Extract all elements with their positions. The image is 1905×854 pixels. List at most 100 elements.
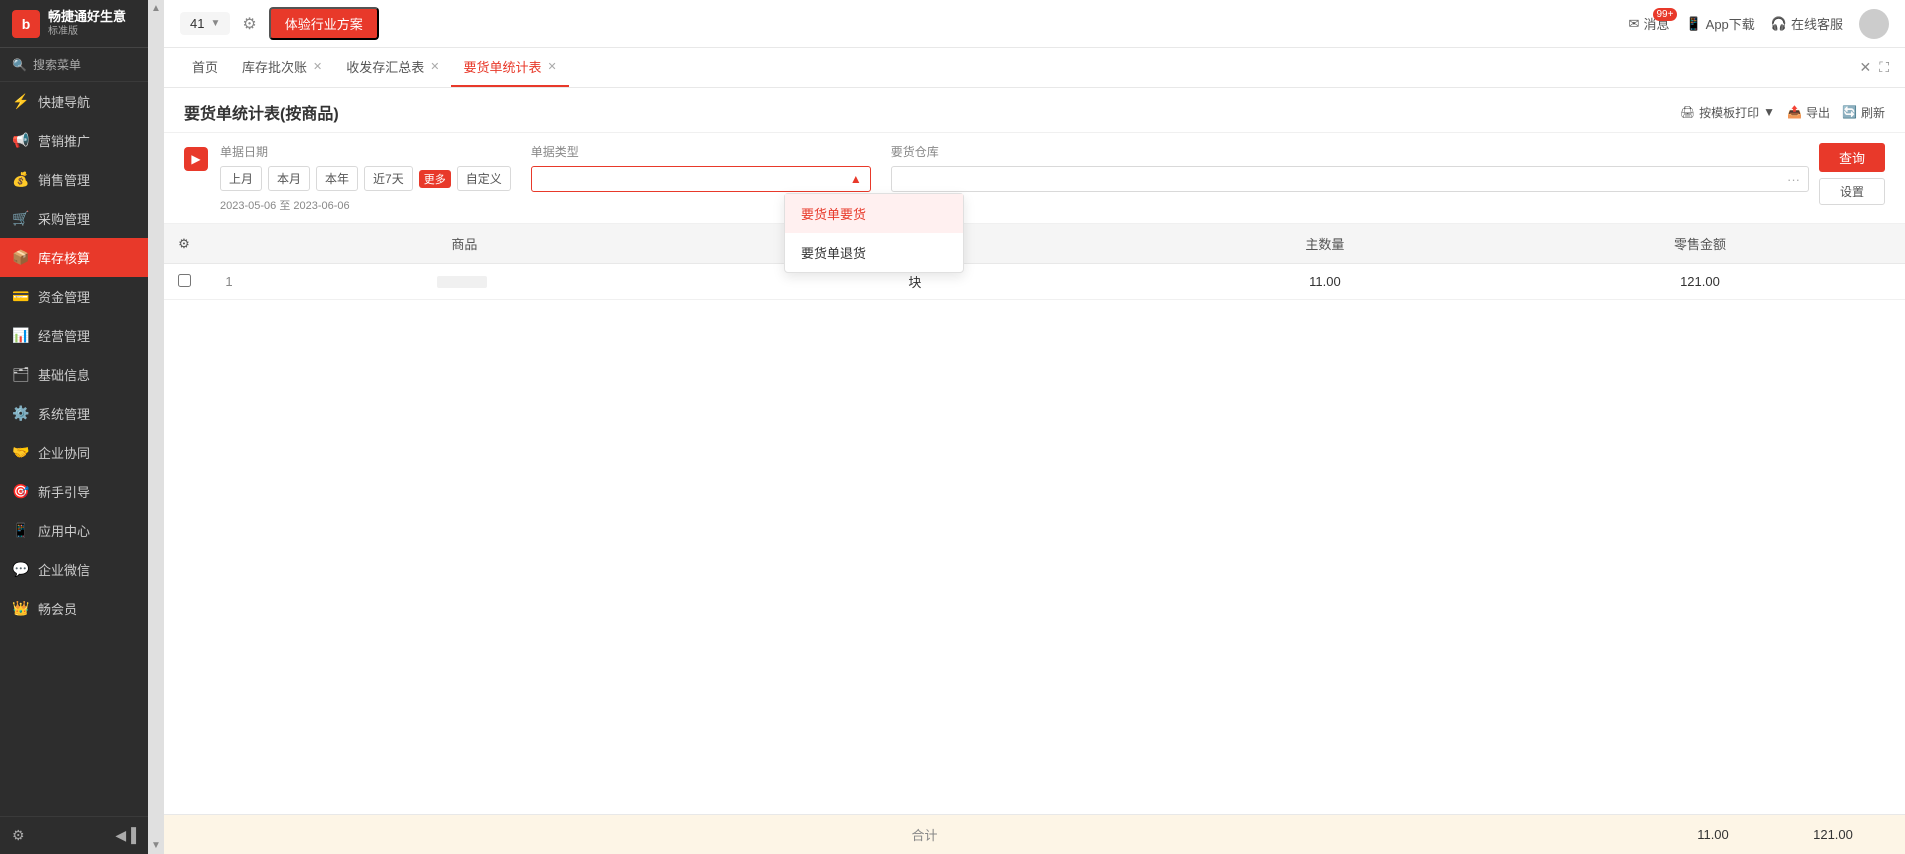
sidebar-item-member[interactable]: 👑 畅会员 [0,589,148,628]
tab-close-receive-summary[interactable]: ✕ [430,60,439,73]
row-checkbox[interactable] [178,274,191,287]
operations-icon: 📊 [12,327,30,344]
sidebar-item-guide[interactable]: 🎯 新手引导 [0,472,148,511]
dropdown-item-order-goods[interactable]: 要货单要货 [785,194,963,233]
tabs-actions: ✕ ⛶ [1859,59,1889,76]
print-arrow-icon: ▼ [1763,105,1775,119]
scroll-down-arrow[interactable]: ▼ [151,837,161,854]
dropdown-item-order-return[interactable]: 要货单退货 [785,233,963,272]
phone-icon: 📱 [1685,16,1701,32]
data-table: ⚙ 商品 主计量单位 主数量 [164,224,1905,300]
product-cell [254,264,675,300]
message-icon: ✉ [1629,16,1640,32]
sidebar-item-wechat[interactable]: 💬 企业微信 [0,550,148,589]
page-content: 要货单统计表(按商品) 🖨 按模板打印 ▼ 📤 导出 🔄 刷新 [164,88,1905,854]
date-btn-custom[interactable]: 自定义 [457,166,511,191]
wechat-icon: 💬 [12,561,30,578]
close-all-icon[interactable]: ✕ [1859,59,1871,76]
store-selector[interactable]: 41 ▼ [180,12,230,35]
page-inner: 要货单统计表(按商品) 🖨 按模板打印 ▼ 📤 导出 🔄 刷新 [164,88,1905,854]
footer-amount: 121.00 [1813,827,1853,842]
export-button[interactable]: 📤 导出 [1787,104,1830,121]
date-btn-this-year[interactable]: 本年 [316,166,358,191]
date-btn-last-month[interactable]: 上月 [220,166,262,191]
sidebar-item-operations[interactable]: 📊 经营管理 [0,316,148,355]
type-filter-input[interactable]: ▲ [531,166,871,192]
sidebar-item-purchase[interactable]: 🛒 采购管理 [0,199,148,238]
sidebar-bottom: ⚙ ◀▐ [0,816,148,854]
tab-inventory-batch[interactable]: 库存批次账 ✕ [230,48,334,87]
refresh-button[interactable]: 🔄 刷新 [1842,104,1885,121]
tab-close-order-summary[interactable]: ✕ [548,60,557,73]
guide-icon: 🎯 [12,483,30,500]
date-btn-this-month[interactable]: 本月 [268,166,310,191]
type-filter-value [540,170,850,188]
sidebar-nav: ⚡ 快捷导航 📢 营销推广 💰 销售管理 🛒 采购管理 📦 库存核算 💳 资金管… [0,82,148,816]
system-icon: ⚙️ [12,405,30,422]
tab-order-summary[interactable]: 要货单统计表 ✕ [451,48,568,87]
print-button[interactable]: 🖨 按模板打印 ▼ [1680,104,1775,121]
app-download-button[interactable]: 📱 App下载 [1685,14,1754,33]
type-dropdown: 要货单要货 要货单退货 [784,193,964,273]
sidebar-logo: b 畅捷通好生意 标准版 [0,0,148,48]
scroll-up-arrow[interactable]: ▲ [151,0,161,17]
sidebar-item-finance[interactable]: 💳 资金管理 [0,277,148,316]
warehouse-more-icon[interactable]: ··· [1787,172,1800,187]
sidebar-search[interactable]: 🔍 搜索菜单 [0,48,148,82]
type-filter-group: 单据类型 ▲ [531,143,871,192]
tab-close-inventory-batch[interactable]: ✕ [313,60,322,73]
filter-expand-button[interactable]: ▶ [184,147,208,171]
page-header: 要货单统计表(按商品) 🖨 按模板打印 ▼ 📤 导出 🔄 刷新 [164,88,1905,133]
warehouse-filter-group: 要货仓库 ··· [891,143,1809,192]
warehouse-filter-value [900,170,1787,188]
sidebar-item-enterprise[interactable]: 🤝 企业协同 [0,433,148,472]
amount-cell: 121.00 [1495,264,1905,300]
search-button[interactable]: 查询 [1819,143,1885,172]
filter-actions: 查询 设置 [1819,143,1885,205]
app-logo-icon: b [12,10,40,38]
page-header-actions: 🖨 按模板打印 ▼ 📤 导出 🔄 刷新 [1680,104,1885,121]
sidebar-item-quick-nav[interactable]: ⚡ 快捷导航 [0,82,148,121]
user-avatar[interactable] [1859,9,1889,39]
sidebar-item-inventory[interactable]: 📦 库存核算 [0,238,148,277]
expand-tabs-icon[interactable]: ⛶ [1879,59,1889,76]
date-range-text: 2023-05-06 至 2023-06-06 [220,197,511,213]
settings-bottom-icon[interactable]: ⚙ [12,827,25,844]
date-btn-7days[interactable]: 近7天 [364,166,413,191]
tabs-bar: 首页 库存批次账 ✕ 收发存汇总表 ✕ 要货单统计表 ✕ ✕ ⛶ [164,48,1905,88]
col-amount: 零售金额 [1495,224,1905,264]
type-dropdown-arrow[interactable]: ▲ [850,172,862,186]
topbar: 41 ▼ ⚙ 体验行业方案 ✉ 消息 99+ 📱 App下载 🎧 在线客服 [164,0,1905,48]
member-icon: 👑 [12,600,30,617]
settings-button[interactable]: 设置 [1819,178,1885,205]
col-settings[interactable]: ⚙ [164,224,204,264]
tab-receive-summary[interactable]: 收发存汇总表 ✕ [334,48,451,87]
online-service-button[interactable]: 🎧 在线客服 [1771,14,1843,33]
topbar-gear-icon[interactable]: ⚙ [242,14,256,34]
trial-button[interactable]: 体验行业方案 [269,7,379,40]
filter-bar: ▶ 单据日期 上月 本月 本年 近7天 更多 自定义 2023-05-06 至 … [164,133,1905,224]
table-wrapper: ⚙ 商品 主计量单位 主数量 [164,224,1905,814]
collapse-icon[interactable]: ◀▐ [115,827,136,844]
product-code [437,276,487,288]
sidebar-item-marketing[interactable]: 📢 营销推广 [0,121,148,160]
messages-button[interactable]: ✉ 消息 99+ [1629,14,1670,33]
sidebar-item-system[interactable]: ⚙️ 系统管理 [0,394,148,433]
sidebar-item-basic-info[interactable]: 🗂 基础信息 [0,355,148,394]
finance-icon: 💳 [12,288,30,305]
topbar-left: 41 ▼ ⚙ 体验行业方案 [180,7,379,40]
topbar-right: ✉ 消息 99+ 📱 App下载 🎧 在线客服 [1629,9,1889,39]
row-number-cell: 1 [204,264,254,300]
sales-icon: 💰 [12,171,30,188]
store-arrow-icon: ▼ [210,18,220,29]
col-quantity: 主数量 [1155,224,1495,264]
quick-nav-icon: ⚡ [12,93,30,110]
date-more-tag[interactable]: 更多 [419,170,451,188]
tab-home[interactable]: 首页 [180,48,230,87]
row-checkbox-cell[interactable] [164,264,204,300]
warehouse-filter-input[interactable]: ··· [891,166,1809,192]
col-product: 商品 [254,224,675,264]
sidebar-item-sales[interactable]: 💰 销售管理 [0,160,148,199]
expand-icon: ▶ [191,152,200,166]
sidebar-item-app-center[interactable]: 📱 应用中心 [0,511,148,550]
